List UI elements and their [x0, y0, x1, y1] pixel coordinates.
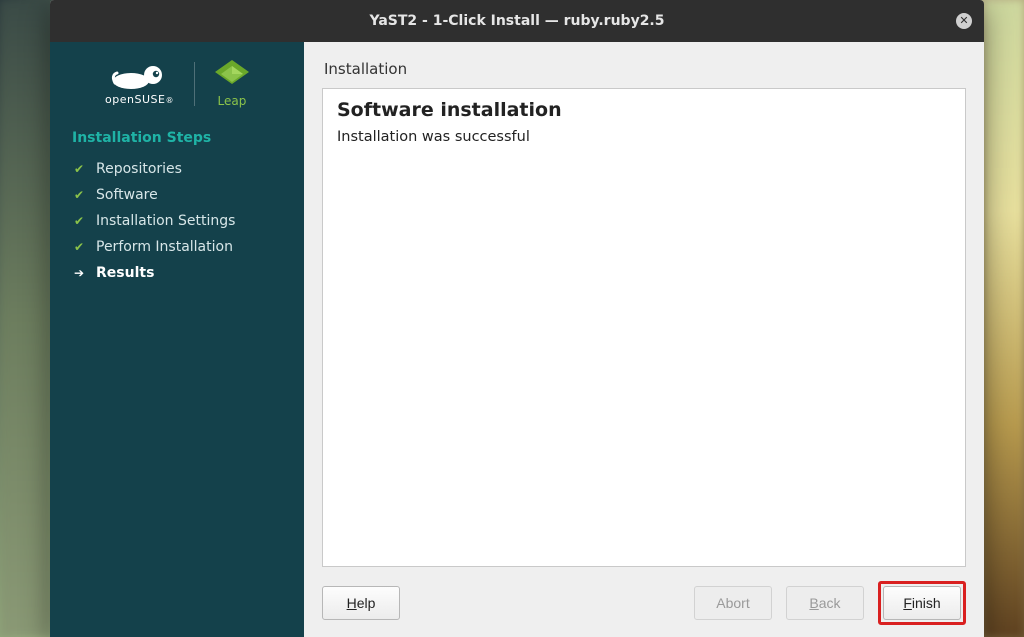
steps-heading: Installation Steps: [50, 130, 304, 156]
finish-highlight: Finish: [878, 581, 966, 625]
logo-divider: [194, 62, 195, 106]
step-label: Software: [96, 187, 158, 203]
titlebar: YaST2 - 1-Click Install — ruby.ruby2.5 ✕: [50, 0, 984, 42]
button-bar: Help Abort Back Finish: [322, 567, 966, 625]
check-icon: ✔: [72, 188, 86, 202]
help-button[interactable]: Help: [322, 586, 400, 620]
step-results: ➔ Results: [50, 260, 304, 286]
step-label: Perform Installation: [96, 239, 233, 255]
desktop-background-right: [984, 0, 1024, 637]
opensuse-logo: openSUSE®: [105, 63, 174, 106]
back-button: Back: [786, 586, 864, 620]
desktop-background-left: [0, 0, 50, 637]
close-icon[interactable]: ✕: [956, 13, 972, 29]
step-installation-settings: ✔ Installation Settings: [50, 208, 304, 234]
leap-label: Leap: [218, 94, 247, 108]
sidebar: openSUSE® Leap Installation Steps ✔ Repo…: [50, 42, 304, 637]
geeko-icon: [109, 63, 169, 91]
content-body: Installation was successful: [337, 129, 951, 145]
step-repositories: ✔ Repositories: [50, 156, 304, 182]
step-label: Repositories: [96, 161, 182, 177]
step-label: Installation Settings: [96, 213, 235, 229]
step-perform-installation: ✔ Perform Installation: [50, 234, 304, 260]
leap-logo: Leap: [215, 60, 249, 108]
window-body: openSUSE® Leap Installation Steps ✔ Repo…: [50, 42, 984, 637]
installer-window: YaST2 - 1-Click Install — ruby.ruby2.5 ✕…: [50, 0, 984, 637]
arrow-right-icon: ➔: [72, 266, 86, 280]
opensuse-label: openSUSE®: [105, 93, 174, 106]
check-icon: ✔: [72, 214, 86, 228]
page-title: Installation: [324, 60, 966, 78]
content-box: Software installation Installation was s…: [322, 88, 966, 567]
leap-icon: [215, 60, 249, 90]
step-software: ✔ Software: [50, 182, 304, 208]
content-heading: Software installation: [337, 99, 951, 121]
window-title: YaST2 - 1-Click Install — ruby.ruby2.5: [369, 13, 664, 29]
check-icon: ✔: [72, 162, 86, 176]
sidebar-logos: openSUSE® Leap: [50, 60, 304, 130]
abort-button: Abort: [694, 586, 772, 620]
main-panel: Installation Software installation Insta…: [304, 42, 984, 637]
check-icon: ✔: [72, 240, 86, 254]
finish-button[interactable]: Finish: [883, 586, 961, 620]
step-label: Results: [96, 265, 154, 281]
